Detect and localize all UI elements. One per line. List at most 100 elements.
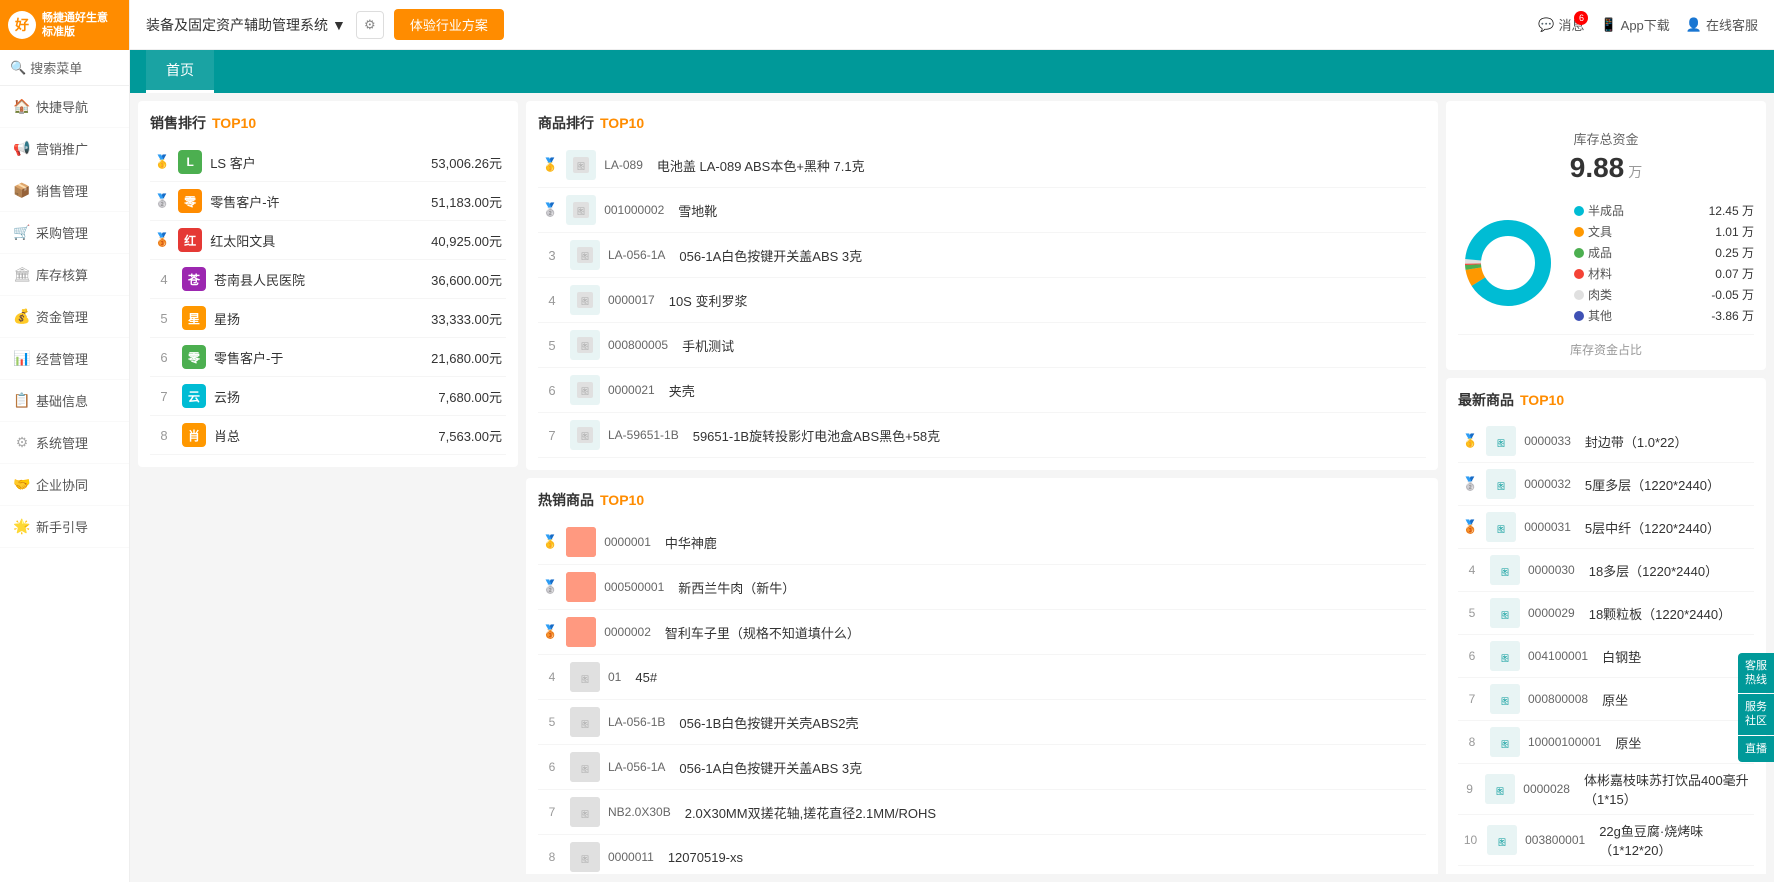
customer-name: 红太阳文具 — [210, 231, 423, 250]
new-products-title: 最新商品 TOP10 — [1458, 390, 1754, 410]
system-title: 装备及固定资产辅助管理系统 — [146, 15, 328, 35]
svg-text:图: 图 — [581, 342, 589, 351]
sidebar-search[interactable]: 🔍 搜索菜单 — [0, 50, 129, 86]
legend-label: 文具 — [1588, 223, 1612, 240]
message-badge: 6 — [1574, 11, 1588, 25]
product-code: 0000031 — [1524, 520, 1571, 534]
gold-medal-icon: 🥇 — [154, 154, 170, 170]
sidebar-item-经营管理[interactable]: 📊经营管理 — [0, 338, 129, 380]
rank-number: 6 — [154, 350, 174, 365]
customer-amount: 40,925.00元 — [431, 231, 502, 250]
product-name: 封边带（1.0*22） — [1585, 432, 1688, 451]
rank-number: 10 — [1462, 833, 1479, 847]
product-name: 056-1B白色按键开关壳ABS2壳 — [679, 713, 858, 732]
product-code: 0000021 — [608, 383, 655, 397]
rank-number: 6 — [1462, 649, 1482, 663]
product-name: 智利车子里（规格不知道填什么） — [665, 623, 860, 642]
customer-name: 零售客户-于 — [214, 348, 423, 367]
product-name: 手机测试 — [682, 336, 734, 355]
svg-text:图: 图 — [1497, 525, 1505, 534]
trial-button[interactable]: 体验行业方案 — [394, 9, 504, 40]
app-download-button[interactable]: 📱 App下载 — [1600, 15, 1669, 34]
customer-rank-item: 7 云 云扬 7,680.00元 — [150, 377, 506, 416]
message-button[interactable]: 💬 消息 6 — [1538, 15, 1584, 34]
product-code: 0000033 — [1524, 434, 1571, 448]
hot-product-item: 🥈 000500001 新西兰牛肉（新牛） — [538, 565, 1426, 610]
float-button-服务社区[interactable]: 服务社区 — [1738, 694, 1774, 735]
svg-text:图: 图 — [1501, 740, 1509, 749]
customer-amount: 7,563.00元 — [438, 426, 502, 445]
product-code: LA-056-1A — [608, 760, 665, 774]
product-code: 0000001 — [604, 535, 651, 549]
new-products-list: 🥇 图 0000033 封边带（1.0*22） 🥈 图 0000032 5厘多层… — [1458, 420, 1754, 866]
product-image: 图 — [570, 240, 600, 270]
customer-rank-item: 🥇 L LS 客户 53,006.26元 — [150, 143, 506, 182]
customer-avatar: 肖 — [182, 423, 206, 447]
customer-avatar: 零 — [178, 189, 202, 213]
product-image: 图 — [1486, 512, 1516, 542]
main-container: 装备及固定资产辅助管理系统 ▼ ⚙ 体验行业方案 💬 消息 6 📱 App下载 … — [130, 0, 1774, 882]
topbar-right: 💬 消息 6 📱 App下载 👤 在线客服 — [1538, 15, 1758, 34]
product-name: 5厘多层（1220*2440） — [1585, 475, 1720, 494]
customer-name: LS 客户 — [210, 153, 423, 172]
settings-button[interactable]: ⚙ — [356, 11, 384, 39]
gold-medal-icon: 🥇 — [542, 534, 558, 550]
system-title-dropdown[interactable]: 装备及固定资产辅助管理系统 ▼ — [146, 15, 346, 35]
nav-icon: 💰 — [14, 309, 30, 325]
rank-number: 6 — [542, 760, 562, 774]
nav-icon: 📋 — [14, 393, 30, 409]
online-service-button[interactable]: 👤 在线客服 — [1686, 15, 1758, 34]
sidebar-item-销售管理[interactable]: 📦销售管理 — [0, 170, 129, 212]
bronze-medal-icon: 🥉 — [154, 232, 170, 248]
service-icon: 👤 — [1686, 17, 1702, 33]
sidebar-item-资金管理[interactable]: 💰资金管理 — [0, 296, 129, 338]
hot-product-item: 7 图 NB2.0X30B 2.0X30MM双搓花轴,搓花直径2.1MM/ROH… — [538, 790, 1426, 835]
nav-icon: 🌟 — [14, 519, 30, 535]
nav-label: 新手引导 — [36, 517, 88, 536]
product-ranking-title: 商品排行 TOP10 — [538, 113, 1426, 133]
sidebar-item-库存核算[interactable]: 🏛库存核算 — [0, 254, 129, 296]
new-product-item: 5 图 0000029 18颗粒板（1220*2440） — [1458, 592, 1754, 635]
app-logo: 好 畅捷通好生意 标准版 — [0, 0, 129, 50]
sidebar-item-系统管理[interactable]: ⚙系统管理 — [0, 422, 129, 464]
sidebar-item-采购管理[interactable]: 🛒采购管理 — [0, 212, 129, 254]
product-name: 体彬嘉枝味苏打饮品400毫升（1*15） — [1584, 770, 1750, 808]
product-code: NB2.0X30B — [608, 805, 671, 819]
customer-rank-item: 🥈 零 零售客户-许 51,183.00元 — [150, 182, 506, 221]
product-image: 图 — [1485, 774, 1515, 804]
left-panel: 销售排行 TOP10 🥇 L LS 客户 53,006.26元 🥈 零 零售客户… — [138, 101, 518, 874]
inventory-unit: 万 — [1628, 162, 1642, 182]
product-name: 白钢垫 — [1602, 647, 1641, 666]
sidebar-item-营销推广[interactable]: 📢营销推广 — [0, 128, 129, 170]
legend-dot — [1574, 206, 1584, 216]
customer-avatar: 苍 — [182, 267, 206, 291]
svg-text:图: 图 — [1501, 611, 1509, 620]
product-name: 雪地靴 — [678, 201, 717, 220]
sidebar-item-新手引导[interactable]: 🌟 新手引导 — [0, 506, 129, 548]
product-code: LA-056-1B — [608, 715, 665, 729]
rank-number: 8 — [542, 850, 562, 864]
sidebar: 好 畅捷通好生意 标准版 🔍 搜索菜单 🏠快捷导航📢营销推广📦销售管理🛒采购管理… — [0, 0, 130, 882]
customer-avatar: 云 — [182, 384, 206, 408]
sidebar-item-快捷导航[interactable]: 🏠快捷导航 — [0, 86, 129, 128]
nav-icon: 🛒 — [14, 225, 30, 241]
nav-label: 销售管理 — [36, 181, 88, 200]
hot-products-title: 热销商品 TOP10 — [538, 490, 1426, 510]
nav-icon: 🤝 — [14, 477, 30, 493]
float-button-直播[interactable]: 直播 — [1738, 736, 1774, 762]
legend-value: 1.01 万 — [1715, 223, 1754, 240]
logo-text: 畅捷通好生意 标准版 — [42, 11, 108, 40]
product-code: LA-056-1A — [608, 248, 665, 262]
product-name: 18多层（1220*2440） — [1589, 561, 1718, 580]
float-button-客服热线[interactable]: 客服热线 — [1738, 653, 1774, 694]
tab-home[interactable]: 首页 — [146, 50, 214, 93]
product-name: 中华神鹿 — [665, 533, 717, 552]
product-name: 原坐 — [1602, 690, 1628, 709]
svg-text:图: 图 — [1497, 482, 1505, 491]
hot-product-item: 🥇 0000001 中华神鹿 — [538, 520, 1426, 565]
sidebar-item-企业协同[interactable]: 🤝企业协同 — [0, 464, 129, 506]
new-product-item: 🥉 图 0000031 5层中纤（1220*2440） — [1458, 506, 1754, 549]
nav-tabs: 首页 — [130, 50, 1774, 93]
product-name: 新西兰牛肉（新牛） — [678, 578, 795, 597]
sidebar-item-基础信息[interactable]: 📋基础信息 — [0, 380, 129, 422]
